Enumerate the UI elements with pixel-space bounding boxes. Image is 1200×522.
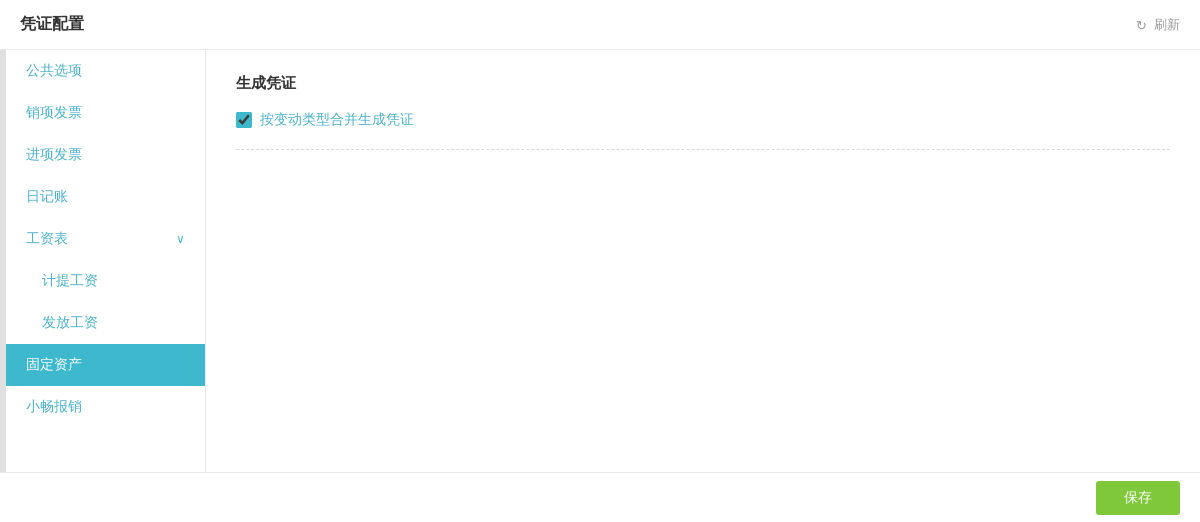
save-button[interactable]: 保存 bbox=[1096, 481, 1180, 515]
section-title: 生成凭证 bbox=[236, 74, 1170, 93]
page-header: 凭证配置 ↻ 刷新 bbox=[0, 0, 1200, 50]
refresh-icon: ↻ bbox=[1136, 18, 1150, 32]
sidebar-item-issue-salary[interactable]: 发放工资 bbox=[6, 302, 205, 344]
sidebar-item-label: 日记账 bbox=[26, 188, 68, 206]
sidebar-item-sales-invoice[interactable]: 销项发票 bbox=[6, 92, 205, 134]
sidebar-item-label: 进项发票 bbox=[26, 146, 82, 164]
page-wrapper: 凭证配置 ↻ 刷新 公共选项 销项发票 进项发票 日记账 工资表 ∨ bbox=[0, 0, 1200, 522]
sidebar-item-label: 公共选项 bbox=[26, 62, 82, 80]
refresh-button[interactable]: ↻ 刷新 bbox=[1136, 16, 1180, 34]
chevron-down-icon: ∨ bbox=[176, 232, 185, 246]
checkbox-label: 按变动类型合并生成凭证 bbox=[260, 111, 414, 129]
sidebar: 公共选项 销项发票 进项发票 日记账 工资表 ∨ 计提工资 发放工资 固定资 bbox=[6, 50, 206, 472]
page-title: 凭证配置 bbox=[20, 14, 84, 35]
page-footer: 保存 bbox=[0, 472, 1200, 522]
sidebar-item-payroll-table[interactable]: 工资表 ∨ bbox=[6, 218, 205, 260]
sidebar-item-calculate-salary[interactable]: 计提工资 bbox=[6, 260, 205, 302]
section-divider bbox=[236, 149, 1170, 150]
sidebar-item-label: 小畅报销 bbox=[26, 398, 82, 416]
main-content: 公共选项 销项发票 进项发票 日记账 工资表 ∨ 计提工资 发放工资 固定资 bbox=[0, 50, 1200, 472]
sidebar-item-public-options[interactable]: 公共选项 bbox=[6, 50, 205, 92]
sidebar-item-label: 发放工资 bbox=[42, 314, 98, 332]
merge-by-type-checkbox[interactable] bbox=[236, 112, 252, 128]
checkbox-row: 按变动类型合并生成凭证 bbox=[236, 111, 1170, 129]
sidebar-item-label: 销项发票 bbox=[26, 104, 82, 122]
sidebar-item-fixed-assets[interactable]: 固定资产 bbox=[6, 344, 205, 386]
refresh-label: 刷新 bbox=[1154, 16, 1180, 34]
sidebar-item-label: 计提工资 bbox=[42, 272, 98, 290]
sidebar-item-purchase-invoice[interactable]: 进项发票 bbox=[6, 134, 205, 176]
sidebar-item-label: 固定资产 bbox=[26, 356, 82, 374]
sidebar-item-journal[interactable]: 日记账 bbox=[6, 176, 205, 218]
sidebar-item-label: 工资表 bbox=[26, 230, 68, 248]
sidebar-item-expense-report[interactable]: 小畅报销 bbox=[6, 386, 205, 428]
content-panel: 生成凭证 按变动类型合并生成凭证 bbox=[206, 50, 1200, 472]
